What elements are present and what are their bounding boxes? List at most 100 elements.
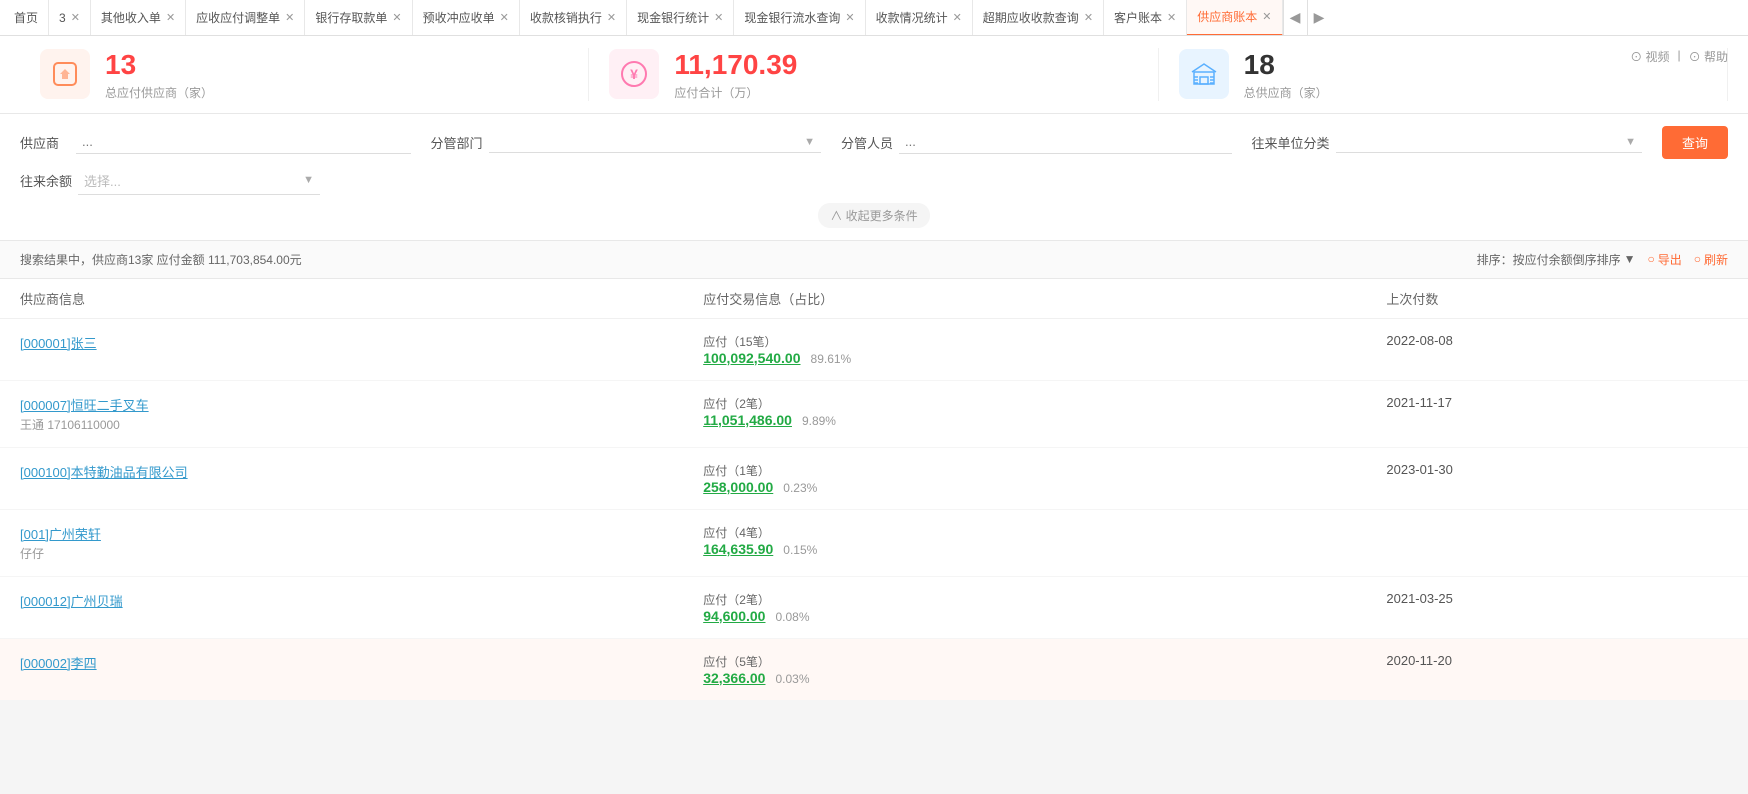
supplier-link-6[interactable]: [000002]李四: [20, 653, 703, 672]
result-right-actions: 排序：按应付余额倒序排序 ▼ ○ 导出 ○ 刷新: [1477, 251, 1728, 268]
nav-tab-other-income-close[interactable]: ✕: [166, 11, 175, 24]
filter-person: 分管人员: [841, 130, 1232, 154]
summary-card-suppliers: 13 总应付供应商（家）: [20, 48, 589, 101]
collapse-button[interactable]: ∧ 收起更多条件: [818, 203, 929, 228]
tx-row-1: 100,092,540.00 89.61%: [703, 350, 1386, 366]
nav-tab-customer-account-close[interactable]: ✕: [1167, 11, 1176, 24]
nav-tab-customer-account[interactable]: 客户账本 ✕: [1104, 0, 1187, 36]
nav-tab-ap-adjust-label: 应收应付调整单: [196, 9, 280, 26]
summary-info-3: 18 总供应商（家）: [1244, 48, 1328, 101]
dept-select[interactable]: ▼: [489, 132, 821, 153]
nav-tab-prepay-collect[interactable]: 预收冲应收单 ✕: [413, 0, 520, 36]
dept-filter-label: 分管部门: [431, 133, 483, 152]
filter-balance: 往来余额 选择... ▼: [20, 167, 320, 195]
nav-tab-overdue-collect-close[interactable]: ✕: [1084, 11, 1093, 24]
sort-button[interactable]: 排序：按应付余额倒序排序 ▼: [1477, 251, 1636, 268]
nav-tab-ap-adjust-close[interactable]: ✕: [285, 11, 294, 24]
nav-tab-collect-audit-close[interactable]: ✕: [607, 11, 616, 24]
total-payable-amount-number: 11,170.39: [674, 48, 797, 82]
total-payable-suppliers-number: 13: [105, 48, 213, 82]
supplier-info-4: [001]广州荣轩 仔仔: [20, 524, 703, 562]
nav-tab-home[interactable]: 首页: [4, 0, 49, 36]
last-pay-date-2: 2021-11-17: [1386, 395, 1452, 410]
last-pay-date-6: 2020-11-20: [1386, 653, 1452, 668]
tx-row-6: 32,366.00 0.03%: [703, 670, 1386, 686]
summary-info-1: 13 总应付供应商（家）: [105, 48, 213, 101]
help-link[interactable]: ⊙ 帮助: [1689, 48, 1728, 65]
tx-percent-3: 0.23%: [783, 481, 817, 495]
nav-tab-collect-stat-close[interactable]: ✕: [953, 11, 962, 24]
supplier-info-3: [000100]本特勤油品有限公司: [20, 462, 703, 495]
store-icon: [1179, 49, 1229, 99]
tx-amount-6[interactable]: 32,366.00: [703, 670, 765, 686]
video-link[interactable]: ⊙ 视频: [1630, 48, 1669, 65]
refresh-button[interactable]: ○ 刷新: [1694, 251, 1728, 268]
nav-tab-overdue-collect[interactable]: 超期应收收款查询 ✕: [973, 0, 1104, 36]
supplier-link-3[interactable]: [000100]本特勤油品有限公司: [20, 462, 703, 481]
tx-amount-1[interactable]: 100,092,540.00: [703, 350, 800, 366]
nav-tab-prepay-collect-label: 预收冲应收单: [423, 9, 495, 26]
top-right-links: ⊙ 视频 | ⊙ 帮助: [1630, 48, 1728, 65]
filter-supplier: 供应商: [20, 130, 411, 154]
nav-next-arrow[interactable]: ▶: [1307, 0, 1331, 36]
nav-tab-3[interactable]: 3 ✕: [49, 0, 91, 36]
summary-info-2: 11,170.39 应付合计（万）: [674, 48, 797, 101]
total-payable-amount-label: 应付合计（万）: [674, 84, 797, 101]
nav-tab-other-income[interactable]: 其他收入单 ✕: [91, 0, 186, 36]
tx-label-1: 应付（15笔）: [703, 333, 1386, 350]
tx-amount-4[interactable]: 164,635.90: [703, 541, 773, 557]
nav-tab-cash-bank-flow[interactable]: 现金银行流水查询 ✕: [734, 0, 865, 36]
nav-tab-collect-stat[interactable]: 收款情况统计 ✕: [866, 0, 973, 36]
refresh-label: 刷新: [1704, 251, 1728, 268]
nav-tab-ap-adjust[interactable]: 应收应付调整单 ✕: [186, 0, 305, 36]
balance-select[interactable]: 选择... ▼: [78, 167, 320, 195]
supplier-link-1[interactable]: [000001]张三: [20, 333, 703, 352]
nav-tab-collect-stat-label: 收款情况统计: [876, 9, 948, 26]
supplier-link-4[interactable]: [001]广州荣轩: [20, 524, 703, 543]
table-row[interactable]: [000100]本特勤油品有限公司 应付（1笔） 258,000.00 0.23…: [0, 448, 1748, 510]
col-header-last-pay: 上次付数: [1386, 289, 1728, 308]
tx-info-1: 应付（15笔） 100,092,540.00 89.61%: [703, 333, 1386, 366]
person-input[interactable]: [899, 130, 1231, 154]
nav-tab-cash-bank-stat[interactable]: 现金银行统计 ✕: [627, 0, 734, 36]
supplier-sub-4: 仔仔: [20, 545, 703, 562]
table-row[interactable]: [000012]广州贝瑞 应付（2笔） 94,600.00 0.08% 2021…: [0, 577, 1748, 639]
summary-bar: 13 总应付供应商（家） ¥ 11,170.39 应付合计（万）: [0, 36, 1748, 114]
supplier-info-6: [000002]李四: [20, 653, 703, 686]
table-row[interactable]: [000007]恒旺二手叉车 王通 17106110000 应付（2笔） 11,…: [0, 381, 1748, 448]
nav-prev-arrow[interactable]: ◀: [1283, 0, 1307, 36]
balance-filter-label: 往来余额: [20, 171, 72, 190]
col-header-tx: 应付交易信息（占比）: [703, 289, 1386, 308]
filter-dept: 分管部门 ▼: [431, 132, 822, 153]
nav-tab-bank-deposit[interactable]: 银行存取款单 ✕: [305, 0, 412, 36]
nav-tab-collect-audit[interactable]: 收款核销执行 ✕: [520, 0, 627, 36]
tx-info-5: 应付（2笔） 94,600.00 0.08%: [703, 591, 1386, 624]
refresh-icon: ○: [1694, 252, 1701, 266]
export-button[interactable]: ○ 导出: [1647, 251, 1681, 268]
nav-tab-3-close[interactable]: ✕: [71, 11, 80, 24]
tx-amount-3[interactable]: 258,000.00: [703, 479, 773, 495]
category-select[interactable]: ▼: [1336, 132, 1642, 153]
tx-label-2: 应付（2笔）: [703, 395, 1386, 412]
table-row[interactable]: [000002]李四 应付（5笔） 32,366.00 0.03% 2020-1…: [0, 639, 1748, 701]
nav-tab-prepay-collect-close[interactable]: ✕: [500, 11, 509, 24]
supplier-info-5: [000012]广州贝瑞: [20, 591, 703, 624]
tx-amount-2[interactable]: 11,051,486.00: [703, 412, 792, 428]
nav-tab-cash-bank-stat-close[interactable]: ✕: [714, 11, 723, 24]
supplier-input[interactable]: [76, 130, 411, 154]
query-button[interactable]: 查询: [1662, 126, 1728, 159]
nav-tab-cash-bank-flow-close[interactable]: ✕: [845, 11, 854, 24]
nav-tab-supplier-account-close[interactable]: ✕: [1262, 10, 1271, 23]
last-pay-1: 2022-08-08: [1386, 333, 1728, 366]
table-row[interactable]: [001]广州荣轩 仔仔 应付（4笔） 164,635.90 0.15%: [0, 510, 1748, 577]
supplier-link-2[interactable]: [000007]恒旺二手叉车: [20, 395, 703, 414]
tx-amount-5[interactable]: 94,600.00: [703, 608, 765, 624]
last-pay-3: 2023-01-30: [1386, 462, 1728, 495]
table-row[interactable]: [000001]张三 应付（15笔） 100,092,540.00 89.61%…: [0, 319, 1748, 381]
supplier-info-1: [000001]张三: [20, 333, 703, 366]
tx-row-5: 94,600.00 0.08%: [703, 608, 1386, 624]
supplier-link-5[interactable]: [000012]广州贝瑞: [20, 591, 703, 610]
tx-label-3: 应付（1笔）: [703, 462, 1386, 479]
nav-tab-supplier-account[interactable]: 供应商账本 ✕: [1187, 0, 1282, 36]
nav-tab-bank-deposit-close[interactable]: ✕: [392, 11, 401, 24]
